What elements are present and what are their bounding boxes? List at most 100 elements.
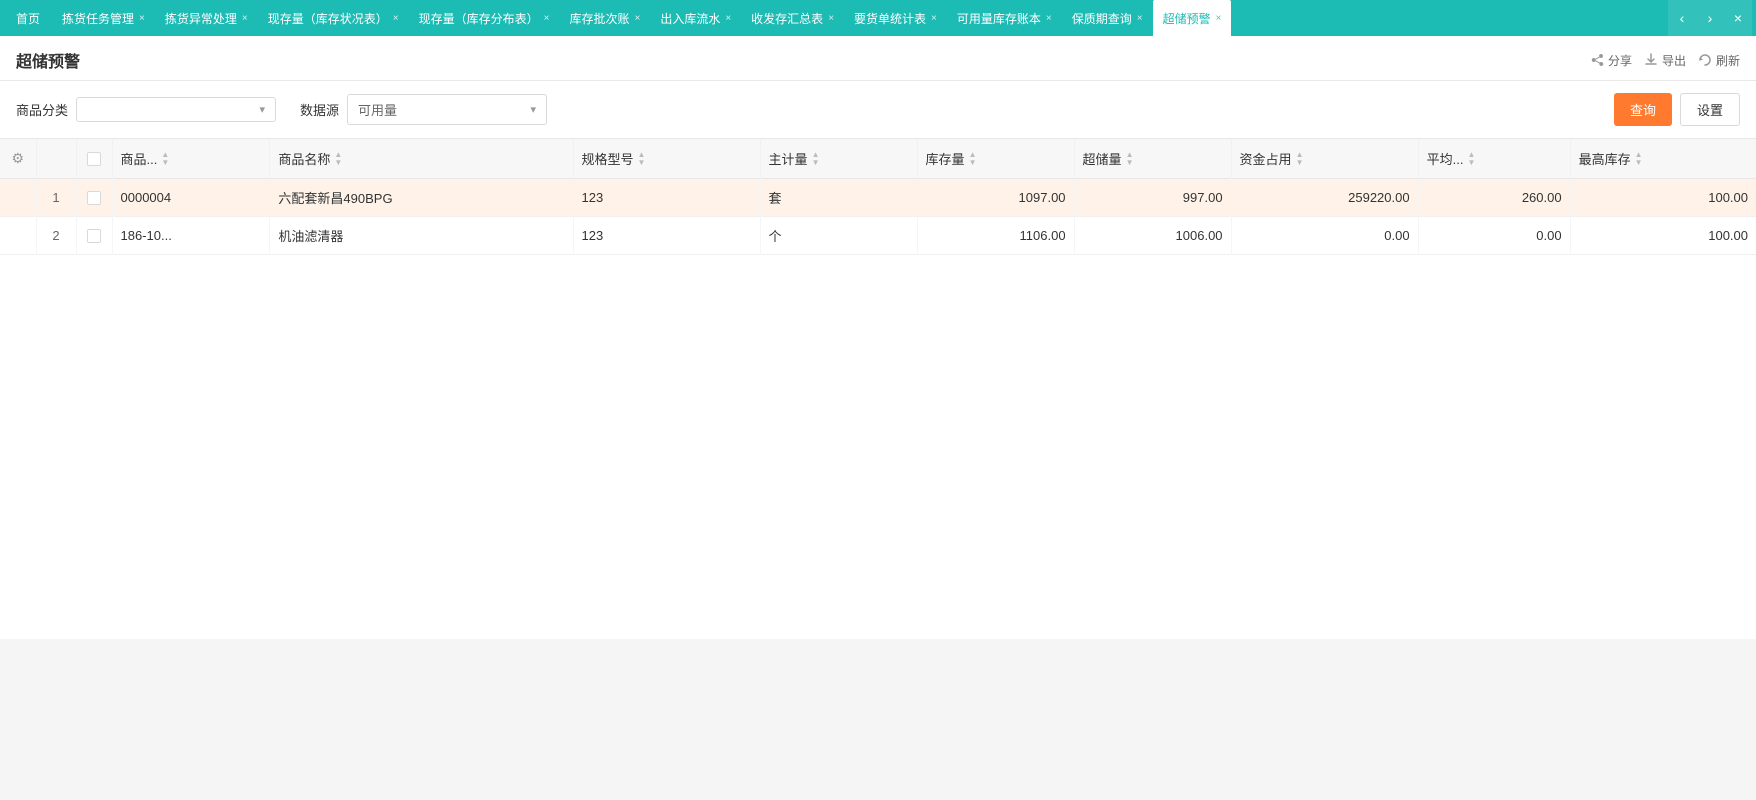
col-header-num	[36, 139, 76, 179]
nav-home[interactable]: 首页	[4, 0, 52, 36]
row-spec: 123	[573, 179, 760, 217]
row-unit: 个	[760, 217, 917, 255]
tab-kucun-batch[interactable]: 库存批次账 ×	[559, 0, 650, 36]
sort-arrows-icon: ▲▼	[1467, 151, 1475, 167]
col-header-stock[interactable]: 库存量 ▲▼	[917, 139, 1074, 179]
row-avg: 260.00	[1418, 179, 1570, 217]
sort-arrows-icon: ▲▼	[969, 151, 977, 167]
row-product-name: 机油滤清器	[270, 217, 573, 255]
nav-next-button[interactable]: ›	[1696, 0, 1724, 36]
row-capital: 259220.00	[1231, 179, 1418, 217]
refresh-button[interactable]: 刷新	[1698, 52, 1740, 69]
col-header-unit[interactable]: 主计量 ▲▼	[760, 139, 917, 179]
data-source-label: 数据源	[300, 100, 339, 119]
tab-inout-flow[interactable]: 出入库流水 ×	[650, 0, 741, 36]
tab-quality-check[interactable]: 保质期查询 ×	[1062, 0, 1153, 36]
col-header-avg[interactable]: 平均... ▲▼	[1418, 139, 1570, 179]
sort-arrows-icon: ▲▼	[638, 151, 646, 167]
row-num: 2	[36, 217, 76, 255]
close-tab-icon[interactable]: ×	[1137, 13, 1143, 24]
tab-order-stats[interactable]: 要货单统计表 ×	[844, 0, 947, 36]
product-category-filter: 商品分类 ▾	[16, 97, 276, 122]
close-tab-icon[interactable]: ×	[828, 13, 834, 24]
tab-xiancu-dist[interactable]: 现存量（库存分布表） ×	[409, 0, 560, 36]
close-tab-icon[interactable]: ×	[725, 13, 731, 24]
chevron-down-icon: ▾	[531, 103, 537, 116]
product-category-select[interactable]: ▾	[76, 97, 276, 122]
sort-arrows-icon: ▲▼	[1296, 151, 1304, 167]
nav-arrows: ‹ › ×	[1668, 0, 1752, 36]
tab-xiancu-status[interactable]: 现存量（库存状况表） ×	[258, 0, 409, 36]
tab-overstock-warning[interactable]: 超储预警 ×	[1153, 0, 1232, 36]
table-header-row: ⚙ 商品... ▲▼ 商品名称	[0, 139, 1756, 179]
export-icon	[1644, 53, 1658, 67]
filter-actions: 查询 设置	[1614, 93, 1740, 126]
row-checkbox[interactable]	[87, 229, 101, 243]
table-body: 1 0000004 六配套新昌490BPG 123 套 1097.00 997.…	[0, 179, 1756, 255]
data-source-select[interactable]: 可用量 ▾	[347, 94, 547, 125]
row-product-name: 六配套新昌490BPG	[270, 179, 573, 217]
row-unit: 套	[760, 179, 917, 217]
close-tab-icon[interactable]: ×	[1046, 13, 1052, 24]
close-tab-icon[interactable]: ×	[1216, 13, 1222, 24]
row-stock: 1097.00	[917, 179, 1074, 217]
row-check-cell[interactable]	[76, 179, 112, 217]
col-header-settings[interactable]: ⚙	[0, 139, 36, 179]
nav-close-all-button[interactable]: ×	[1724, 0, 1752, 36]
content-area: ⚙ 商品... ▲▼ 商品名称	[0, 139, 1756, 639]
tab-available-account[interactable]: 可用量库存账本 ×	[947, 0, 1062, 36]
col-header-max-stock[interactable]: 最高库存 ▲▼	[1570, 139, 1756, 179]
tab-jinghuo-exc[interactable]: 拣货异常处理 ×	[155, 0, 258, 36]
table-row: 1 0000004 六配套新昌490BPG 123 套 1097.00 997.…	[0, 179, 1756, 217]
tab-collect-summary[interactable]: 收发存汇总表 ×	[741, 0, 844, 36]
page-header: 超储预警 分享 导出 刷新	[0, 36, 1756, 81]
col-header-check[interactable]	[76, 139, 112, 179]
column-settings-icon[interactable]: ⚙	[10, 151, 26, 167]
row-avg: 0.00	[1418, 217, 1570, 255]
select-all-checkbox[interactable]	[87, 152, 101, 166]
table-container: ⚙ 商品... ▲▼ 商品名称	[0, 139, 1756, 255]
col-header-product-code[interactable]: 商品... ▲▼	[112, 139, 270, 179]
sort-arrows-icon: ▲▼	[161, 151, 169, 167]
col-header-over[interactable]: 超储量 ▲▼	[1074, 139, 1231, 179]
row-checkbox[interactable]	[87, 191, 101, 205]
share-button[interactable]: 分享	[1590, 52, 1632, 69]
close-tab-icon[interactable]: ×	[139, 13, 145, 24]
sort-arrows-icon: ▲▼	[334, 151, 342, 167]
sort-arrows-icon: ▲▼	[1126, 151, 1134, 167]
row-settings-cell	[0, 217, 36, 255]
row-num: 1	[36, 179, 76, 217]
row-check-cell[interactable]	[76, 217, 112, 255]
col-header-product-name[interactable]: 商品名称 ▲▼	[270, 139, 573, 179]
close-tab-icon[interactable]: ×	[544, 13, 550, 24]
page-title: 超储预警	[16, 48, 80, 72]
sort-arrows-icon: ▲▼	[812, 151, 820, 167]
product-category-label: 商品分类	[16, 100, 68, 119]
close-tab-icon[interactable]: ×	[634, 13, 640, 24]
close-tab-icon[interactable]: ×	[393, 13, 399, 24]
row-over: 1006.00	[1074, 217, 1231, 255]
export-button[interactable]: 导出	[1644, 52, 1686, 69]
close-tab-icon[interactable]: ×	[931, 13, 937, 24]
refresh-icon	[1698, 53, 1712, 67]
row-over: 997.00	[1074, 179, 1231, 217]
query-button[interactable]: 查询	[1614, 93, 1672, 126]
nav-prev-button[interactable]: ‹	[1668, 0, 1696, 36]
header-actions: 分享 导出 刷新	[1590, 52, 1740, 69]
filter-row: 商品分类 ▾ 数据源 可用量 ▾ 查询 设置	[0, 81, 1756, 139]
settings-button[interactable]: 设置	[1680, 93, 1740, 126]
tab-jinghuo-mgmt[interactable]: 拣货任务管理 ×	[52, 0, 155, 36]
row-capital: 0.00	[1231, 217, 1418, 255]
row-settings-cell	[0, 179, 36, 217]
data-source-filter: 数据源 可用量 ▾	[300, 94, 547, 125]
close-tab-icon[interactable]: ×	[242, 13, 248, 24]
row-spec: 123	[573, 217, 760, 255]
col-header-capital[interactable]: 资金占用 ▲▼	[1231, 139, 1418, 179]
nav-bar: 首页 拣货任务管理 × 拣货异常处理 × 现存量（库存状况表） × 现存量（库存…	[0, 0, 1756, 36]
share-icon	[1590, 53, 1604, 67]
col-header-spec[interactable]: 规格型号 ▲▼	[573, 139, 760, 179]
row-product-code: 186-10...	[112, 217, 270, 255]
row-stock: 1106.00	[917, 217, 1074, 255]
row-max-stock: 100.00	[1570, 179, 1756, 217]
row-product-code: 0000004	[112, 179, 270, 217]
